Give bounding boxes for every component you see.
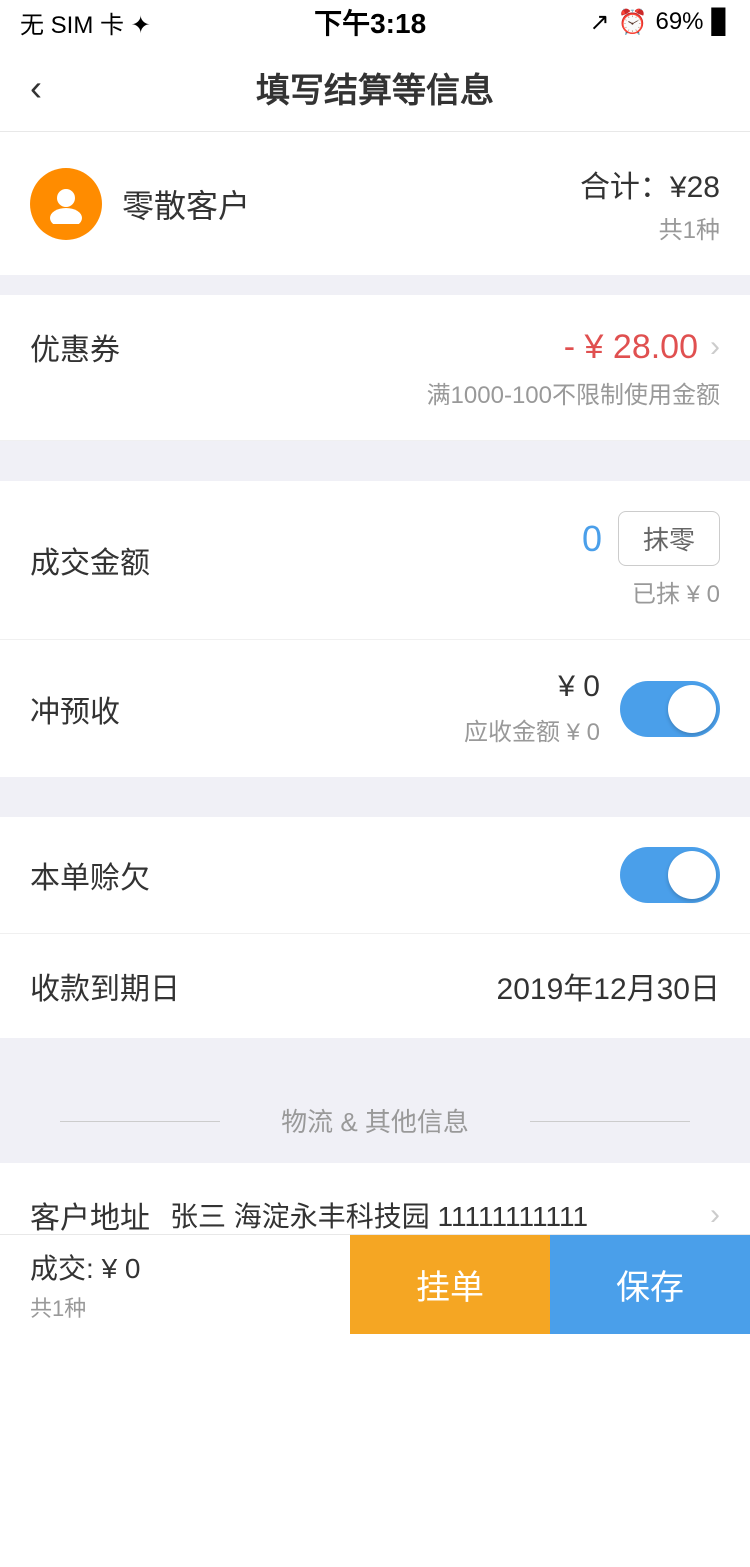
save-button[interactable]: 保存 [550,1235,750,1334]
address-value: 张三 海淀永丰科技园 11111111111 [170,1195,710,1235]
deal-amount-row: 成交金额 0 抹零 已抹 ¥ 0 [0,481,750,640]
location-icon: ↗ [589,8,609,37]
credit-toggle[interactable] [620,847,720,903]
nav-bar: ‹ 填写结算等信息 [0,44,750,132]
credit-toggle-knob [668,851,716,899]
status-bar: 无 SIM 卡 ✦ 下午3:18 ↗ ⏰ 69% ▊ [0,0,750,44]
deal-amount-sub: 已抹 ¥ 0 [632,574,720,609]
divider-1 [0,461,750,481]
prepay-row: 冲预收 ¥ 0 应收金额 ¥ 0 [0,640,750,777]
transaction-section: 成交金额 0 抹零 已抹 ¥ 0 冲预收 ¥ 0 应收金额 ¥ 0 [0,481,750,777]
logistics-title: 物流 & 其他信息 [281,1107,469,1137]
prepay-toggle-knob [668,685,716,733]
customer-right: 合计：¥28 共1种 [580,162,720,245]
person-icon [46,184,86,224]
no-sim-text: 无 SIM 卡 ✦ [20,5,151,40]
bottom-bar: 成交: ¥ 0 共1种 挂单 保存 [0,1234,750,1334]
page-title: 填写结算等信息 [256,63,494,112]
coupon-discount: - ¥ 28.00 [564,328,698,367]
status-time: 下午3:18 [314,2,426,42]
due-date-value: 2019年12月30日 [497,964,720,1008]
customer-section: 零散客户 合计：¥28 共1种 [0,132,750,275]
prepay-toggle[interactable] [620,681,720,737]
prepay-sub: 应收金额 ¥ 0 [464,712,600,747]
hang-button[interactable]: 挂单 [350,1235,550,1334]
coupon-row[interactable]: 优惠券 - ¥ 28.00 › 满1000-100不限制使用金额 [0,295,750,441]
customer-name: 零散客户 [122,181,250,227]
logistics-header: 物流 & 其他信息 [0,1078,750,1163]
prepay-value: ¥ 0 [558,670,600,704]
alarm-icon: ⏰ [618,8,648,37]
divider-3 [0,1058,750,1078]
status-right: ↗ ⏰ 69% ▊ [589,8,730,37]
coupon-section: 优惠券 - ¥ 28.00 › 满1000-100不限制使用金额 [0,295,750,441]
credit-row: 本单赊欠 [0,817,750,934]
due-date-row: 收款到期日 2019年12月30日 [0,934,750,1038]
bottom-count: 共1种 [30,1291,320,1323]
deal-amount-value[interactable]: 0 [582,518,602,560]
credit-section: 本单赊欠 收款到期日 2019年12月30日 [0,817,750,1038]
coupon-chevron-icon: › [710,330,720,364]
deal-amount-label: 成交金额 [30,538,150,582]
divider-2 [0,797,750,817]
back-button[interactable]: ‹ [30,67,42,109]
credit-label: 本单赊欠 [30,853,150,897]
prepay-label: 冲预收 [30,687,120,731]
round-off-button[interactable]: 抹零 [618,511,720,566]
bottom-amount-value: ¥ 0 [102,1253,141,1284]
bottom-amount-label: 成交: [30,1253,94,1284]
bottom-amount: 成交: ¥ 0 [30,1247,320,1287]
customer-total: 合计：¥28 [580,162,720,206]
customer-count: 共1种 [580,210,720,245]
battery-icon: ▊ [712,8,730,37]
customer-avatar [30,168,102,240]
status-left: 无 SIM 卡 ✦ [20,5,151,40]
bottom-info: 成交: ¥ 0 共1种 [0,1235,350,1334]
customer-left: 零散客户 [30,168,250,240]
battery-text: 69% [655,8,703,36]
coupon-label: 优惠券 [30,325,120,369]
coupon-description: 满1000-100不限制使用金额 [427,375,720,410]
address-label: 客户地址 [30,1193,150,1237]
due-date-label: 收款到期日 [30,964,180,1008]
address-chevron-icon: › [710,1198,720,1232]
